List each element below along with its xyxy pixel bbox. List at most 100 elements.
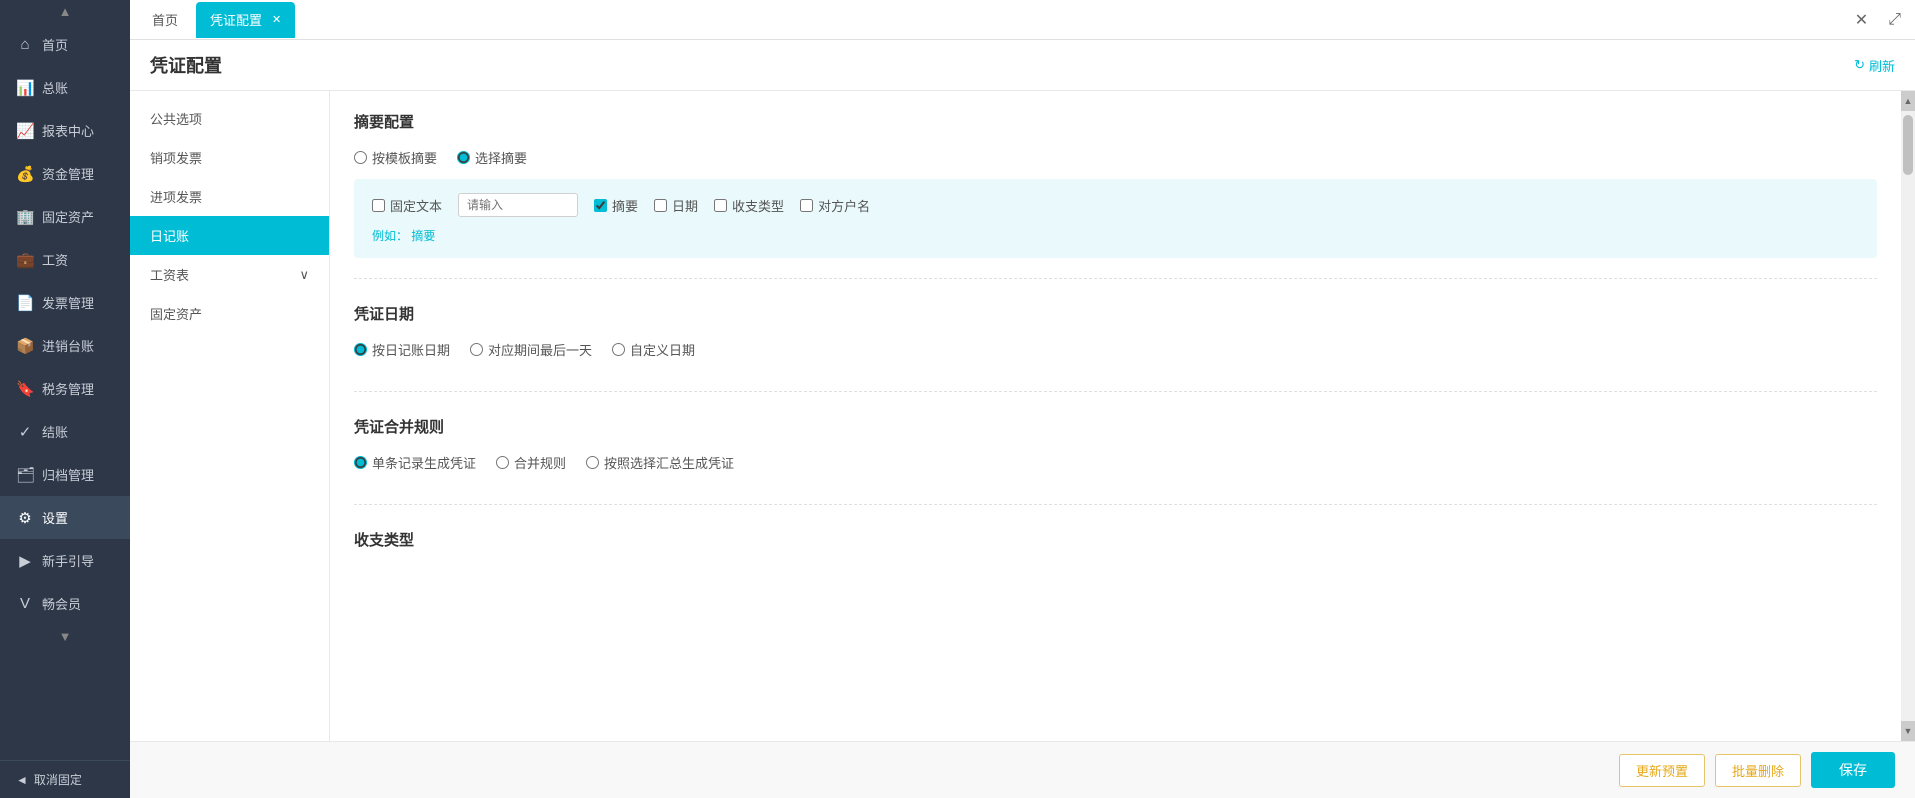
counterpart-name-checkbox-label[interactable]: 对方户名 bbox=[800, 196, 870, 215]
custom-date-radio[interactable]: 自定义日期 bbox=[612, 340, 695, 359]
sidebar-scroll-down[interactable]: ▼ bbox=[0, 625, 130, 648]
last-day-radio[interactable]: 对应期间最后一天 bbox=[470, 340, 592, 359]
cancel-pin-button[interactable]: ◄ 取消固定 bbox=[0, 760, 130, 798]
closing-icon: ✓ bbox=[16, 423, 34, 441]
tab-close-button[interactable]: ✕ bbox=[272, 13, 281, 26]
counterpart-name-label: 对方户名 bbox=[818, 196, 870, 215]
template-summary-radio[interactable]: 按模板摘要 bbox=[354, 148, 437, 167]
income-type-checkbox[interactable] bbox=[714, 199, 727, 212]
right-content: 摘要配置 按模板摘要 选择摘要 固定文本 bbox=[330, 91, 1901, 741]
scrollbar-up-button[interactable]: ▲ bbox=[1901, 91, 1915, 111]
home-icon: ⌂ bbox=[16, 36, 34, 53]
page-header: 凭证配置 ↻ 刷新 bbox=[130, 40, 1915, 91]
fixed-text-input[interactable] bbox=[458, 193, 578, 217]
sidebar-item-reports[interactable]: 📈 报表中心 bbox=[0, 109, 130, 152]
tab-bar: 首页 凭证配置 ✕ ✕ ⤢ bbox=[130, 0, 1915, 40]
last-day-label: 对应期间最后一天 bbox=[488, 340, 592, 359]
sidebar-item-label: 工资 bbox=[42, 250, 68, 269]
archive-icon: 🗂 bbox=[16, 466, 34, 484]
sidebar-item-ledger[interactable]: 📊 总账 bbox=[0, 66, 130, 109]
single-record-radio[interactable]: 单条记录生成凭证 bbox=[354, 453, 476, 472]
sidebar-item-label: 发票管理 bbox=[42, 293, 94, 312]
fixed-text-checkbox[interactable] bbox=[372, 199, 385, 212]
income-type-label: 收支类型 bbox=[732, 196, 784, 215]
sidebar-item-closing[interactable]: ✓ 结账 bbox=[0, 410, 130, 453]
by-journal-date-label: 按日记账日期 bbox=[372, 340, 450, 359]
sidebar-item-funds[interactable]: 💰 资金管理 bbox=[0, 152, 130, 195]
sidebar-item-archive[interactable]: 🗂 归档管理 bbox=[0, 453, 130, 496]
sidebar-item-label: 畅会员 bbox=[42, 594, 81, 613]
left-nav-item-public[interactable]: 公共选项 bbox=[130, 99, 329, 138]
sidebar-scroll-up[interactable]: ▲ bbox=[0, 0, 130, 23]
sidebar-item-settings[interactable]: ⚙ 设置 bbox=[0, 496, 130, 539]
left-nav-item-purchase-invoice[interactable]: 进项发票 bbox=[130, 177, 329, 216]
left-nav-item-fixed-assets[interactable]: 固定资产 bbox=[130, 294, 329, 333]
sidebar-item-label: 总账 bbox=[42, 78, 68, 97]
fixed-text-checkbox-label[interactable]: 固定文本 bbox=[372, 196, 442, 215]
merge-rules-input[interactable] bbox=[496, 456, 509, 469]
sidebar-item-payroll[interactable]: 💼 工资 bbox=[0, 238, 130, 281]
merge-rules-label: 合并规则 bbox=[514, 453, 566, 472]
sidebar-item-tax[interactable]: 🔖 税务管理 bbox=[0, 367, 130, 410]
left-nav-item-journal[interactable]: 日记账 bbox=[130, 216, 329, 255]
settings-icon: ⚙ bbox=[16, 509, 34, 527]
custom-date-label: 自定义日期 bbox=[630, 340, 695, 359]
select-summary-label: 选择摘要 bbox=[475, 148, 527, 167]
scrollbar: ▲ ▼ bbox=[1901, 91, 1915, 741]
batch-delete-button[interactable]: 批量删除 bbox=[1715, 754, 1801, 787]
example-text: 例如： 摘要 bbox=[372, 227, 1859, 244]
sidebar-item-label: 进销台账 bbox=[42, 336, 94, 355]
summary-checkbox[interactable] bbox=[594, 199, 607, 212]
sidebar-item-home[interactable]: ⌂ 首页 bbox=[0, 23, 130, 66]
summary-checkbox-label[interactable]: 摘要 bbox=[594, 196, 638, 215]
tab-voucher-config[interactable]: 凭证配置 ✕ bbox=[196, 2, 295, 38]
by-selection-radio[interactable]: 按照选择汇总生成凭证 bbox=[586, 453, 734, 472]
member-icon: V bbox=[16, 595, 34, 612]
left-nav-journal-label: 日记账 bbox=[150, 226, 189, 245]
sidebar-item-guide[interactable]: ▶ 新手引导 bbox=[0, 539, 130, 582]
template-summary-input[interactable] bbox=[354, 151, 367, 164]
scrollbar-thumb[interactable] bbox=[1903, 115, 1913, 175]
left-nav-item-payroll-table[interactable]: 工资表 ∨ bbox=[130, 255, 329, 294]
counterpart-name-checkbox[interactable] bbox=[800, 199, 813, 212]
funds-icon: 💰 bbox=[16, 165, 34, 183]
by-selection-input[interactable] bbox=[586, 456, 599, 469]
assets-icon: 🏢 bbox=[16, 208, 34, 226]
sidebar-item-assets[interactable]: 🏢 固定资产 bbox=[0, 195, 130, 238]
page-title: 凭证配置 bbox=[150, 52, 222, 78]
last-day-input[interactable] bbox=[470, 343, 483, 356]
left-nav: 公共选项 销项发票 进项发票 日记账 工资表 ∨ 固定资产 bbox=[130, 91, 330, 741]
example-value: 摘要 bbox=[411, 229, 435, 243]
date-checkbox[interactable] bbox=[654, 199, 667, 212]
pin-icon: ◄ bbox=[16, 773, 28, 787]
expand-icon: ∨ bbox=[299, 267, 309, 283]
tab-home[interactable]: 首页 bbox=[138, 2, 192, 38]
merge-rules-title: 凭证合并规则 bbox=[354, 416, 1877, 437]
merge-rules-radio[interactable]: 合并规则 bbox=[496, 453, 566, 472]
sidebar-item-member[interactable]: V 畅会员 bbox=[0, 582, 130, 625]
select-summary-input[interactable] bbox=[457, 151, 470, 164]
sidebar-item-invoices[interactable]: 📄 发票管理 bbox=[0, 281, 130, 324]
income-type-title: 收支类型 bbox=[354, 529, 1877, 550]
date-checkbox-label[interactable]: 日期 bbox=[654, 196, 698, 215]
by-journal-date-radio[interactable]: 按日记账日期 bbox=[354, 340, 450, 359]
left-nav-item-sales-invoice[interactable]: 销项发票 bbox=[130, 138, 329, 177]
custom-date-input[interactable] bbox=[612, 343, 625, 356]
refresh-button[interactable]: ↻ 刷新 bbox=[1854, 56, 1895, 75]
select-summary-radio[interactable]: 选择摘要 bbox=[457, 148, 527, 167]
ledger-icon: 📊 bbox=[16, 79, 34, 97]
bottom-bar: 更新预置 批量删除 保存 bbox=[130, 741, 1915, 798]
date-label: 日期 bbox=[672, 196, 698, 215]
sidebar: ▲ ⌂ 首页 📊 总账 📈 报表中心 💰 资金管理 🏢 固定资产 💼 工资 📄 … bbox=[0, 0, 130, 798]
update-preview-button[interactable]: 更新预置 bbox=[1619, 754, 1705, 787]
close-window-button[interactable]: ✕ bbox=[1849, 8, 1874, 32]
left-nav-purchase-label: 进项发票 bbox=[150, 187, 202, 206]
sidebar-item-purchase-sale[interactable]: 📦 进销台账 bbox=[0, 324, 130, 367]
by-journal-date-input[interactable] bbox=[354, 343, 367, 356]
single-record-input[interactable] bbox=[354, 456, 367, 469]
income-type-section: 收支类型 bbox=[354, 529, 1877, 586]
resize-window-button[interactable]: ⤢ bbox=[1882, 8, 1907, 32]
save-button[interactable]: 保存 bbox=[1811, 752, 1895, 788]
income-type-checkbox-label[interactable]: 收支类型 bbox=[714, 196, 784, 215]
scrollbar-down-button[interactable]: ▼ bbox=[1901, 721, 1915, 741]
